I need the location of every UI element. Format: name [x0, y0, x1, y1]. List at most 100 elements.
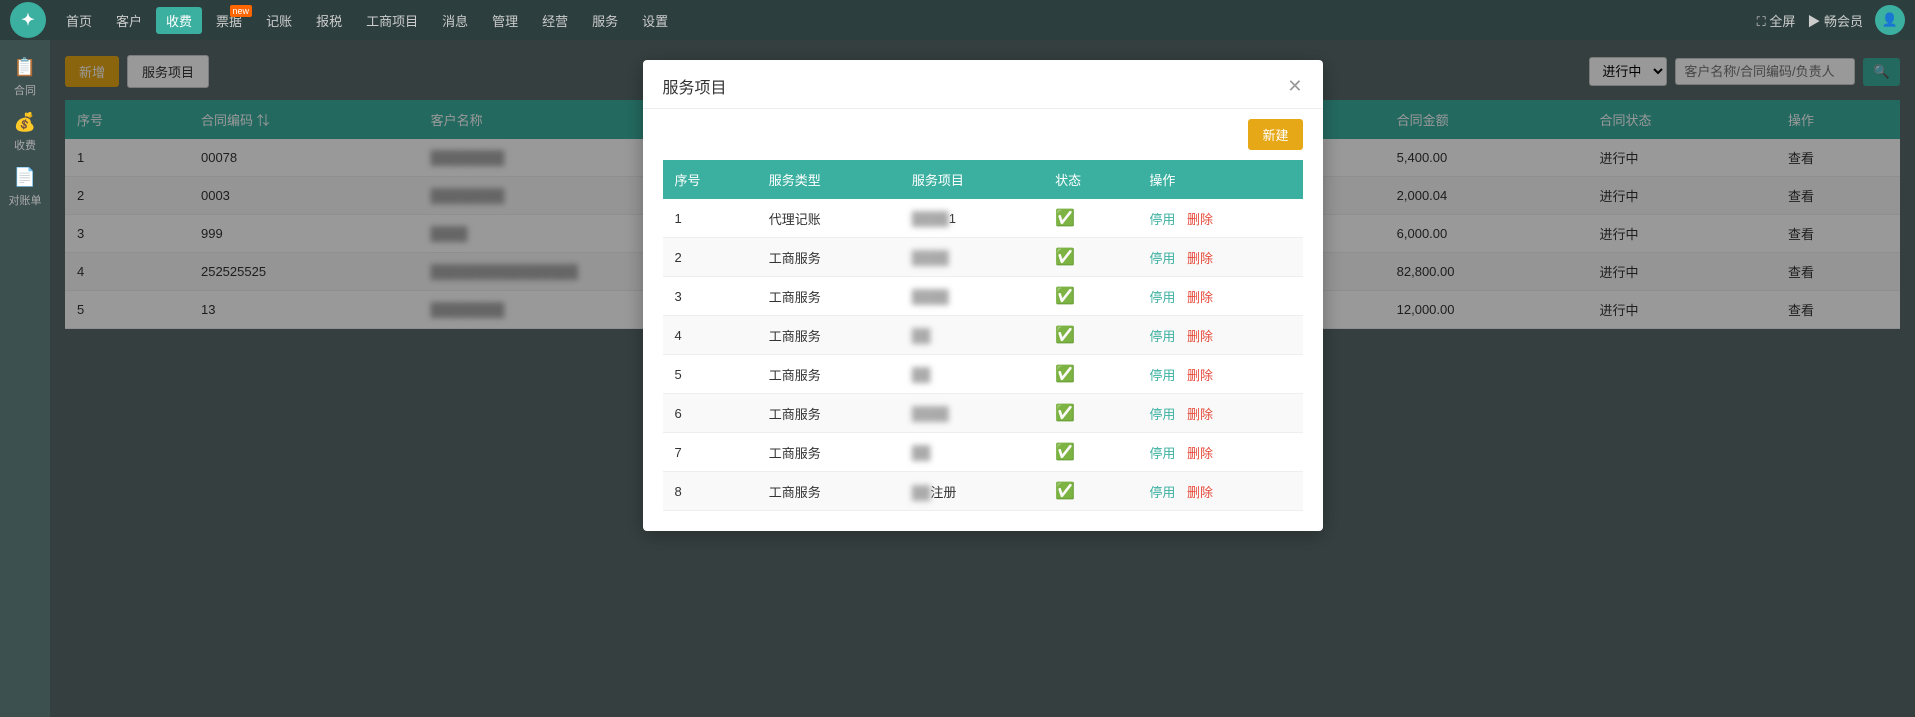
modal-table-row: 8 工商服务 ██注册 ✅ 停用 删除 — [663, 472, 1303, 511]
modal-cell-seq: 8 — [663, 472, 757, 511]
modal-cell-action: 停用 删除 — [1137, 433, 1302, 472]
nav-xiaoxi[interactable]: 消息 — [432, 7, 478, 34]
modal-cell-item: ████ — [900, 238, 1043, 277]
modal-cell-status: ✅ — [1043, 277, 1137, 316]
stop-button[interactable]: 停用 — [1149, 407, 1175, 422]
delete-button[interactable]: 删除 — [1187, 368, 1213, 383]
modal-cell-item: ██注册 — [900, 472, 1043, 511]
sidebar-item-duizhangdan[interactable]: 📄 对账单 — [0, 160, 50, 215]
nav-piaoju[interactable]: 票据new — [206, 7, 252, 34]
fee-icon: 💰 — [14, 112, 36, 133]
nav-home[interactable]: 首页 — [56, 7, 102, 34]
left-sidebar: 📋 合同 💰 收费 📄 对账单 — [0, 40, 50, 717]
modal-cell-seq: 3 — [663, 277, 757, 316]
sidebar-item-shoufei[interactable]: 💰 收费 — [0, 105, 50, 160]
stop-button[interactable]: 停用 — [1149, 329, 1175, 344]
modal-col-status: 状态 — [1043, 160, 1137, 199]
modal-table-scroll: 序号 服务类型 服务项目 状态 操作 1 代理记账 ████1 ✅ — [663, 160, 1303, 511]
modal-cell-status: ✅ — [1043, 433, 1137, 472]
modal-cell-item: ████ — [900, 394, 1043, 433]
delete-button[interactable]: 删除 — [1187, 212, 1213, 227]
modal-cell-type: 代理记账 — [757, 199, 900, 238]
sidebar-label-duizhangdan: 对账单 — [9, 192, 42, 208]
delete-button[interactable]: 删除 — [1187, 407, 1213, 422]
modal-cell-seq: 1 — [663, 199, 757, 238]
top-nav: ✦ 首页 客户 收费 票据new 记账 报税 工商项目 消息 管理 经营 服务 … — [0, 0, 1915, 40]
modal-col-type: 服务类型 — [757, 160, 900, 199]
modal-cell-status: ✅ — [1043, 199, 1137, 238]
modal-cell-status: ✅ — [1043, 355, 1137, 394]
new-badge: new — [230, 5, 253, 17]
modal-toolbar: 新建 — [643, 109, 1323, 160]
logo: ✦ — [10, 2, 46, 38]
modal-cell-seq: 2 — [663, 238, 757, 277]
modal-cell-item: ██ — [900, 433, 1043, 472]
modal-table-row: 5 工商服务 ██ ✅ 停用 删除 — [663, 355, 1303, 394]
modal-cell-status: ✅ — [1043, 238, 1137, 277]
modal-body: 序号 服务类型 服务项目 状态 操作 1 代理记账 ████1 ✅ — [643, 160, 1323, 531]
modal-title: 服务项目 — [663, 74, 727, 98]
modal-table-row: 6 工商服务 ████ ✅ 停用 删除 — [663, 394, 1303, 433]
modal-table-row: 3 工商服务 ████ ✅ 停用 删除 — [663, 277, 1303, 316]
contract-icon: 📋 — [14, 57, 36, 78]
sidebar-label-shoufei: 收费 — [14, 137, 36, 153]
bill-icon: 📄 — [14, 167, 36, 188]
delete-button[interactable]: 删除 — [1187, 485, 1213, 500]
modal-col-item: 服务项目 — [900, 160, 1043, 199]
member-button[interactable]: ▶ 畅会员 — [1807, 11, 1863, 30]
modal-cell-type: 工商服务 — [757, 433, 900, 472]
stop-button[interactable]: 停用 — [1149, 485, 1175, 500]
delete-button[interactable]: 删除 — [1187, 446, 1213, 461]
delete-button[interactable]: 删除 — [1187, 290, 1213, 305]
stop-button[interactable]: 停用 — [1149, 446, 1175, 461]
modal-cell-item: ████1 — [900, 199, 1043, 238]
modal-table-row: 1 代理记账 ████1 ✅ 停用 删除 — [663, 199, 1303, 238]
nav-shezhi[interactable]: 设置 — [632, 7, 678, 34]
avatar[interactable]: 👤 — [1875, 5, 1905, 35]
modal-cell-type: 工商服务 — [757, 316, 900, 355]
modal-cell-type: 工商服务 — [757, 472, 900, 511]
nav-right: ⛶ 全屏 ▶ 畅会员 👤 — [1757, 5, 1905, 35]
modal-cell-seq: 7 — [663, 433, 757, 472]
modal-cell-action: 停用 删除 — [1137, 277, 1302, 316]
modal-col-action: 操作 — [1137, 160, 1302, 199]
nav-fuwu[interactable]: 服务 — [582, 7, 628, 34]
modal-cell-item: ████ — [900, 277, 1043, 316]
delete-button[interactable]: 删除 — [1187, 251, 1213, 266]
modal-new-button[interactable]: 新建 — [1248, 119, 1302, 150]
modal-cell-status: ✅ — [1043, 472, 1137, 511]
nav-items: 首页 客户 收费 票据new 记账 报税 工商项目 消息 管理 经营 服务 设置 — [56, 7, 1757, 34]
modal-cell-item: ██ — [900, 316, 1043, 355]
modal-cell-type: 工商服务 — [757, 394, 900, 433]
nav-jingying[interactable]: 经营 — [532, 7, 578, 34]
sidebar-item-hetong[interactable]: 📋 合同 — [0, 50, 50, 105]
nav-guanli[interactable]: 管理 — [482, 7, 528, 34]
nav-jizhang[interactable]: 记账 — [256, 7, 302, 34]
modal-table-row: 2 工商服务 ████ ✅ 停用 删除 — [663, 238, 1303, 277]
modal-cell-type: 工商服务 — [757, 355, 900, 394]
modal-header: 服务项目 ✕ — [643, 60, 1323, 109]
modal-cell-seq: 5 — [663, 355, 757, 394]
sidebar-label-hetong: 合同 — [14, 82, 36, 98]
nav-customer[interactable]: 客户 — [106, 7, 152, 34]
modal-cell-seq: 4 — [663, 316, 757, 355]
nav-baoshui[interactable]: 报税 — [306, 7, 352, 34]
modal-cell-action: 停用 删除 — [1137, 355, 1302, 394]
modal-cell-action: 停用 删除 — [1137, 472, 1302, 511]
modal-cell-status: ✅ — [1043, 394, 1137, 433]
modal-overlay: 服务项目 ✕ 新建 序号 服务类型 服务项目 状态 操作 — [50, 40, 1915, 717]
service-modal: 服务项目 ✕ 新建 序号 服务类型 服务项目 状态 操作 — [643, 60, 1323, 531]
modal-cell-item: ██ — [900, 355, 1043, 394]
modal-cell-type: 工商服务 — [757, 238, 900, 277]
fullscreen-button[interactable]: ⛶ 全屏 — [1757, 11, 1796, 30]
stop-button[interactable]: 停用 — [1149, 251, 1175, 266]
nav-shoufei[interactable]: 收费 — [156, 7, 202, 34]
nav-gongshang[interactable]: 工商项目 — [356, 7, 428, 34]
delete-button[interactable]: 删除 — [1187, 329, 1213, 344]
modal-close-button[interactable]: ✕ — [1287, 76, 1302, 97]
stop-button[interactable]: 停用 — [1149, 290, 1175, 305]
modal-cell-action: 停用 删除 — [1137, 394, 1302, 433]
modal-cell-action: 停用 删除 — [1137, 238, 1302, 277]
stop-button[interactable]: 停用 — [1149, 212, 1175, 227]
stop-button[interactable]: 停用 — [1149, 368, 1175, 383]
